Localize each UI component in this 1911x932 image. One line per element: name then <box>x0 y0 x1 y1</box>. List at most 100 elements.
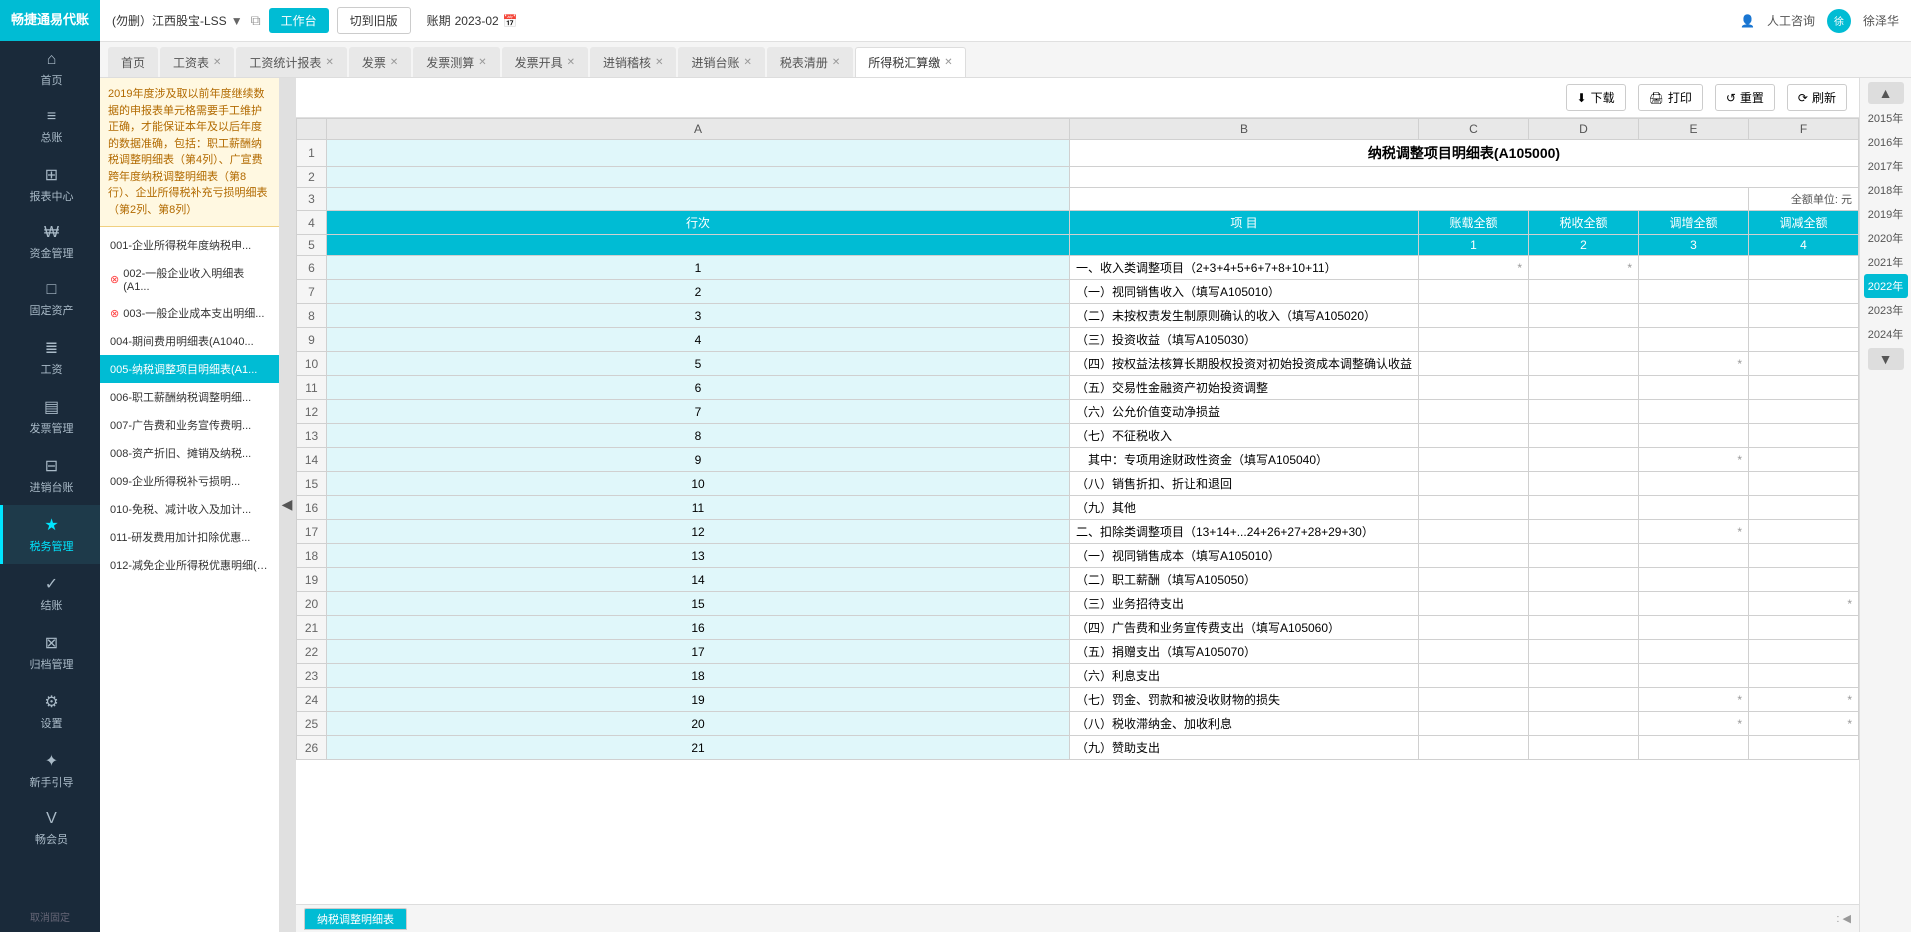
tab-close-icon[interactable]: ✕ <box>832 57 840 68</box>
item-cell[interactable]: （八）销售折扣、折让和退回 <box>1069 472 1418 496</box>
col-f-cell[interactable] <box>1749 424 1859 448</box>
tab-close-icon[interactable]: ✕ <box>944 57 952 68</box>
col-c-cell[interactable] <box>1419 616 1529 640</box>
col-e-cell[interactable] <box>1639 496 1749 520</box>
col-d-cell[interactable] <box>1529 664 1639 688</box>
tab-进销稽核[interactable]: 进销稽核✕ <box>590 47 676 77</box>
col-e-cell[interactable]: * <box>1639 352 1749 376</box>
tab-close-icon[interactable]: ✕ <box>390 57 398 68</box>
col-e-cell[interactable] <box>1639 472 1749 496</box>
col-e-cell[interactable] <box>1639 328 1749 352</box>
col-e-cell[interactable] <box>1639 280 1749 304</box>
col-c-cell[interactable] <box>1419 448 1529 472</box>
col-f-cell[interactable] <box>1749 472 1859 496</box>
item-cell[interactable]: 其中：专项用途财政性资金（填写A105040） <box>1069 448 1418 472</box>
item-cell[interactable]: （五）捐赠支出（填写A105070） <box>1069 640 1418 664</box>
left-list-item-006[interactable]: 006-职工薪酬纳税调整明细... <box>100 383 279 411</box>
left-list-item-003[interactable]: ⊗003-一般企业成本支出明细... <box>100 299 279 327</box>
user-label[interactable]: 徐泽华 <box>1863 12 1899 29</box>
spreadsheet-container[interactable]: A B C D E F 1 纳税调整项目明细表(A105000) 23全额单位:… <box>296 118 1859 904</box>
sidebar-item-payroll[interactable]: ≣工资 <box>0 328 100 387</box>
year-item-2020年[interactable]: 2020年 <box>1864 226 1908 250</box>
year-item-2017年[interactable]: 2017年 <box>1864 154 1908 178</box>
col-a-cell[interactable]: 6 <box>327 376 1070 400</box>
col-e-cell[interactable] <box>1639 664 1749 688</box>
tab-close-icon[interactable]: ✕ <box>567 57 575 68</box>
col-a-cell[interactable]: 2 <box>327 280 1070 304</box>
col-e-cell[interactable]: * <box>1639 520 1749 544</box>
col-e-cell[interactable]: * <box>1639 448 1749 472</box>
col-d-cell[interactable] <box>1529 400 1639 424</box>
sidebar-item-home[interactable]: ⌂首页 <box>0 41 100 98</box>
col-e-cell[interactable] <box>1639 640 1749 664</box>
dropdown-icon[interactable]: ▼ <box>231 14 243 28</box>
left-list-item-011[interactable]: 011-研发费用加计扣除优惠... <box>100 523 279 551</box>
col-a-cell[interactable]: 5 <box>327 352 1070 376</box>
col-d-cell[interactable] <box>1529 568 1639 592</box>
col-d-cell[interactable] <box>1529 328 1639 352</box>
col-f-cell[interactable] <box>1749 544 1859 568</box>
reset-button[interactable]: ↺ 重置 <box>1715 84 1775 111</box>
item-cell[interactable]: （三）投资收益（填写A105030） <box>1069 328 1418 352</box>
sidebar-item-fund[interactable]: ₩资金管理 <box>0 214 100 271</box>
tab-进销台账[interactable]: 进销台账✕ <box>678 47 764 77</box>
item-cell[interactable]: 一、收入类调整项目（2+3+4+5+6+7+8+10+11） <box>1069 256 1418 280</box>
support-label[interactable]: 人工咨询 <box>1767 12 1815 29</box>
tab-close-icon[interactable]: ✕ <box>743 57 751 68</box>
col-c-cell[interactable] <box>1419 400 1529 424</box>
sidebar-item-invoice[interactable]: ▤发票管理 <box>0 387 100 446</box>
copy-icon[interactable]: ⧉ <box>251 12 261 29</box>
col-d-cell[interactable] <box>1529 544 1639 568</box>
col-c-cell[interactable] <box>1419 688 1529 712</box>
item-cell[interactable]: （六）公允价值变动净损益 <box>1069 400 1418 424</box>
col-c-cell[interactable] <box>1419 592 1529 616</box>
col-f-cell[interactable] <box>1749 328 1859 352</box>
tab-所得税汇算缴[interactable]: 所得税汇算缴✕ <box>855 47 965 77</box>
col-a-cell[interactable]: 8 <box>327 424 1070 448</box>
bottom-tab-item[interactable]: 纳税调整明细表 <box>304 908 407 930</box>
col-e-cell[interactable] <box>1639 736 1749 760</box>
item-cell[interactable]: （七）不征税收入 <box>1069 424 1418 448</box>
col-f-cell[interactable]: * <box>1749 712 1859 736</box>
col-a-cell[interactable]: 10 <box>327 472 1070 496</box>
col-f-cell[interactable] <box>1749 280 1859 304</box>
col-c-cell[interactable] <box>1419 496 1529 520</box>
tab-close-icon[interactable]: ✕ <box>655 57 663 68</box>
col-a-cell[interactable]: 18 <box>327 664 1070 688</box>
col-c-cell[interactable] <box>1419 544 1529 568</box>
col-d-cell[interactable] <box>1529 376 1639 400</box>
col-e-cell[interactable] <box>1639 616 1749 640</box>
col-a-cell[interactable]: 19 <box>327 688 1070 712</box>
left-list-item-007[interactable]: 007-广告费和业务宣传费明... <box>100 411 279 439</box>
col-a-cell[interactable]: 16 <box>327 616 1070 640</box>
col-e-cell[interactable]: * <box>1639 688 1749 712</box>
year-item-2024年[interactable]: 2024年 <box>1864 322 1908 346</box>
tab-发票开具[interactable]: 发票开具✕ <box>502 47 588 77</box>
collapse-panel-button[interactable]: ◀ <box>280 78 296 932</box>
sidebar-item-tax[interactable]: ★税务管理 <box>0 505 100 564</box>
calendar-icon[interactable]: 📅 <box>503 14 518 28</box>
left-list-item-008[interactable]: 008-资产折旧、摊销及纳税... <box>100 439 279 467</box>
sidebar-item-ledger[interactable]: ≡总账 <box>0 98 100 155</box>
col-d-cell[interactable] <box>1529 448 1639 472</box>
item-cell[interactable]: （八）税收滞纳金、加收利息 <box>1069 712 1418 736</box>
tab-close-icon[interactable]: ✕ <box>325 57 333 68</box>
sidebar-item-member[interactable]: V畅会员 <box>0 800 100 857</box>
left-list-item-012[interactable]: 012-减免企业所得税优惠明细(… <box>100 551 279 579</box>
col-c-cell[interactable] <box>1419 640 1529 664</box>
col-d-cell[interactable] <box>1529 712 1639 736</box>
year-item-2023年[interactable]: 2023年 <box>1864 298 1908 322</box>
col-d-cell[interactable] <box>1529 520 1639 544</box>
item-cell[interactable]: （一）视同销售成本（填写A105010） <box>1069 544 1418 568</box>
col-c-cell[interactable] <box>1419 520 1529 544</box>
col-e-cell[interactable] <box>1639 400 1749 424</box>
tab-首页[interactable]: 首页 <box>108 47 158 77</box>
col-d-cell[interactable] <box>1529 304 1639 328</box>
col-e-cell[interactable] <box>1639 424 1749 448</box>
col-d-cell[interactable] <box>1529 688 1639 712</box>
col-f-cell[interactable] <box>1749 376 1859 400</box>
sidebar-item-report[interactable]: ⊞报表中心 <box>0 155 100 214</box>
col-c-cell[interactable] <box>1419 736 1529 760</box>
col-d-cell[interactable] <box>1529 352 1639 376</box>
col-f-cell[interactable] <box>1749 448 1859 472</box>
